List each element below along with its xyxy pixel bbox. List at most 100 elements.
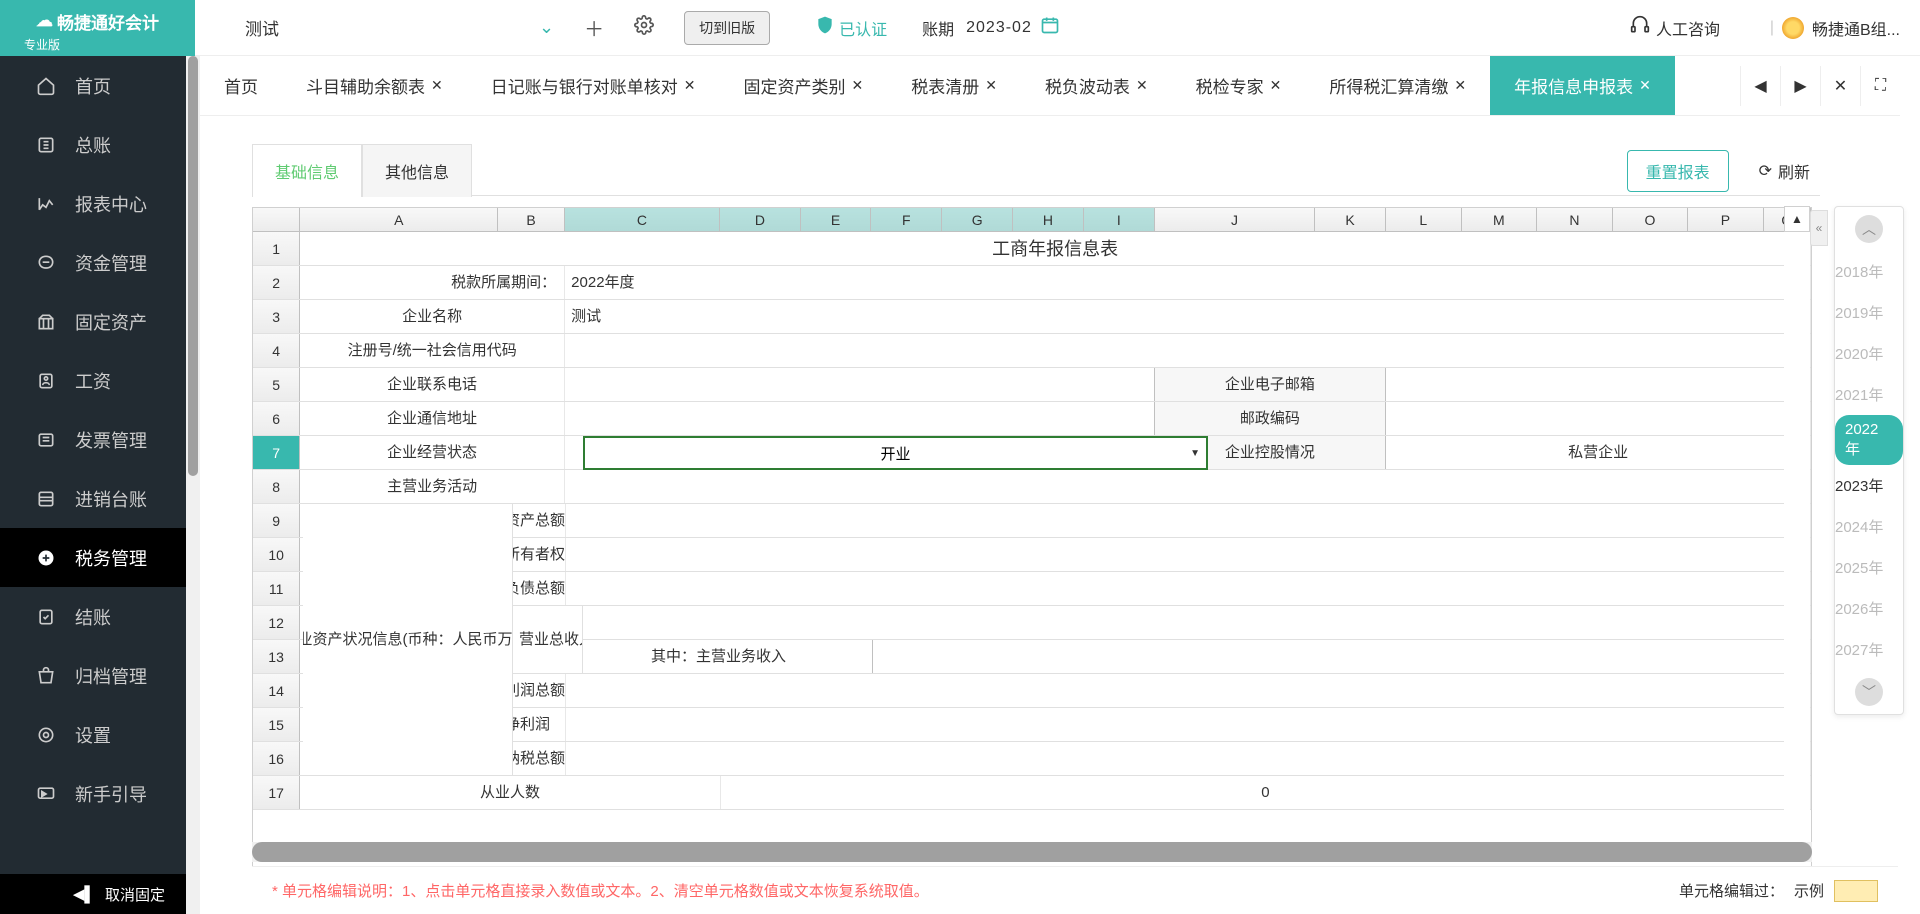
fin-value[interactable]	[566, 504, 1811, 537]
col-header-M[interactable]: M	[1462, 208, 1538, 231]
row-header-16[interactable]: 16	[253, 742, 300, 775]
sidebar-item-0[interactable]: 首页	[0, 56, 195, 115]
fin-value[interactable]	[566, 606, 1811, 639]
col-header-K[interactable]: K	[1315, 208, 1386, 231]
row-header-5[interactable]: 5	[253, 368, 300, 401]
row-header-14[interactable]: 14	[253, 674, 300, 707]
sheet-hscroll-thumb[interactable]	[252, 842, 1812, 862]
close-icon[interactable]: ✕	[1639, 77, 1651, 94]
row-header-4[interactable]: 4	[253, 334, 300, 367]
year-up-button[interactable]: ︿	[1855, 215, 1883, 243]
close-icon[interactable]: ✕	[431, 77, 443, 94]
row-header-15[interactable]: 15	[253, 708, 300, 741]
year-2026年[interactable]: 2026年	[1835, 588, 1903, 629]
year-2025年[interactable]: 2025年	[1835, 547, 1903, 588]
col-header-E[interactable]: E	[801, 208, 872, 231]
fin-value[interactable]	[566, 708, 1811, 741]
col-header-B[interactable]: B	[498, 208, 564, 231]
year-2022年[interactable]: 2022年	[1835, 415, 1903, 465]
sidebar-item-9[interactable]: 结账	[0, 587, 195, 646]
col-header-N[interactable]: N	[1537, 208, 1613, 231]
tab-6[interactable]: 税检专家✕	[1172, 56, 1306, 115]
email-value[interactable]	[1386, 368, 1811, 401]
year-2018年[interactable]: 2018年	[1835, 251, 1903, 292]
fin-value[interactable]	[566, 742, 1811, 775]
spreadsheet[interactable]: ABCDEFGHIJKLMNOPQ 1工商年报信息表2税款所属期间：2022年度…	[252, 207, 1812, 877]
sidebar-item-5[interactable]: 工资	[0, 351, 195, 410]
col-header-O[interactable]: O	[1613, 208, 1689, 231]
tab-scroll-left[interactable]: ◀	[1740, 66, 1780, 106]
refresh-button[interactable]: ⟳ 刷新	[1759, 159, 1810, 183]
close-icon[interactable]: ✕	[985, 77, 997, 94]
scroll-up-icon[interactable]: ▲	[1784, 206, 1810, 232]
sidebar-item-7[interactable]: 进销台账	[0, 469, 195, 528]
year-2027年[interactable]: 2027年	[1835, 629, 1903, 670]
status-value[interactable]	[565, 436, 1155, 469]
col-header-I[interactable]: I	[1084, 208, 1155, 231]
settings-icon[interactable]	[634, 15, 654, 41]
tab-close-all[interactable]: ✕	[1820, 66, 1860, 106]
col-header-G[interactable]: G	[942, 208, 1013, 231]
col-header-C[interactable]: C	[565, 208, 721, 231]
account-selector[interactable]: 测试 ⌄	[245, 15, 554, 40]
year-2023年[interactable]: 2023年	[1835, 465, 1903, 506]
close-icon[interactable]: ✕	[684, 77, 696, 94]
user-menu[interactable]: | 畅捷通B组...	[1770, 16, 1900, 40]
tab-0[interactable]: 首页	[200, 56, 282, 115]
sidebar-item-8[interactable]: 税务管理	[0, 528, 195, 587]
col-header-A[interactable]: A	[300, 208, 498, 231]
close-icon[interactable]: ✕	[1270, 77, 1282, 94]
sidebar-item-1[interactable]: 总账	[0, 115, 195, 174]
row-header-3[interactable]: 3	[253, 300, 300, 333]
tab-2[interactable]: 日记账与银行对账单核对✕	[467, 56, 720, 115]
tab-7[interactable]: 所得税汇算清缴✕	[1305, 56, 1490, 115]
phone-value[interactable]	[565, 368, 1155, 401]
tab-8[interactable]: 年报信息申报表✕	[1490, 56, 1675, 115]
company-name-value[interactable]: 测试	[565, 300, 1811, 333]
row-header-8[interactable]: 8	[253, 470, 300, 503]
sheet-vscroll[interactable]: ▲	[1784, 206, 1810, 836]
row-header-10[interactable]: 10	[253, 538, 300, 571]
fin-value[interactable]	[566, 572, 1811, 605]
holding-value[interactable]: 私营企业	[1386, 436, 1811, 469]
row-header-9[interactable]: 9	[253, 504, 300, 537]
period-value[interactable]: 2023-02	[966, 19, 1032, 37]
reg-code-value[interactable]	[565, 334, 1811, 367]
sub-income-value[interactable]	[873, 640, 1811, 673]
year-2020年[interactable]: 2020年	[1835, 333, 1903, 374]
unpin-button[interactable]: ◀▌ 取消固定	[0, 874, 195, 914]
tab-5[interactable]: 税负波动表✕	[1021, 56, 1172, 115]
row-header-1[interactable]: 1	[253, 232, 300, 265]
tab-fullscreen[interactable]: ⛶	[1860, 66, 1900, 106]
col-header-J[interactable]: J	[1155, 208, 1315, 231]
sidebar-item-4[interactable]: 固定资产	[0, 292, 195, 351]
fin-value[interactable]	[566, 674, 1811, 707]
row-header-12[interactable]: 12	[253, 606, 300, 639]
sidebar-item-6[interactable]: 发票管理	[0, 410, 195, 469]
add-button[interactable]: ＋	[584, 13, 604, 42]
sidebar-item-12[interactable]: 新手引导	[0, 764, 195, 823]
col-header-F[interactable]: F	[871, 208, 942, 231]
subtab-1[interactable]: 其他信息	[362, 144, 472, 197]
sidebar-item-3[interactable]: 资金管理	[0, 233, 195, 292]
sidebar-item-11[interactable]: 设置	[0, 705, 195, 764]
col-header-P[interactable]: P	[1688, 208, 1764, 231]
year-2024年[interactable]: 2024年	[1835, 506, 1903, 547]
year-2021年[interactable]: 2021年	[1835, 374, 1903, 415]
address-value[interactable]	[565, 402, 1155, 435]
tab-scroll-right[interactable]: ▶	[1780, 66, 1820, 106]
main-biz-value[interactable]	[565, 470, 1811, 503]
year-2019年[interactable]: 2019年	[1835, 292, 1903, 333]
sidebar-item-10[interactable]: 归档管理	[0, 646, 195, 705]
consult-link[interactable]: 人工咨询	[1630, 15, 1720, 40]
tab-3[interactable]: 固定资产类别✕	[719, 56, 887, 115]
close-icon[interactable]: ✕	[851, 77, 863, 94]
row-header-13[interactable]: 13	[253, 640, 300, 673]
employee-value[interactable]: 0	[721, 776, 1811, 809]
col-header-D[interactable]: D	[720, 208, 800, 231]
tab-1[interactable]: 斗目辅助余额表✕	[282, 56, 467, 115]
close-icon[interactable]: ✕	[1454, 77, 1466, 94]
period-value-cell[interactable]: 2022年度	[565, 266, 1811, 299]
sidebar-scroll-thumb[interactable]	[188, 56, 198, 476]
postcode-value[interactable]	[1386, 402, 1811, 435]
